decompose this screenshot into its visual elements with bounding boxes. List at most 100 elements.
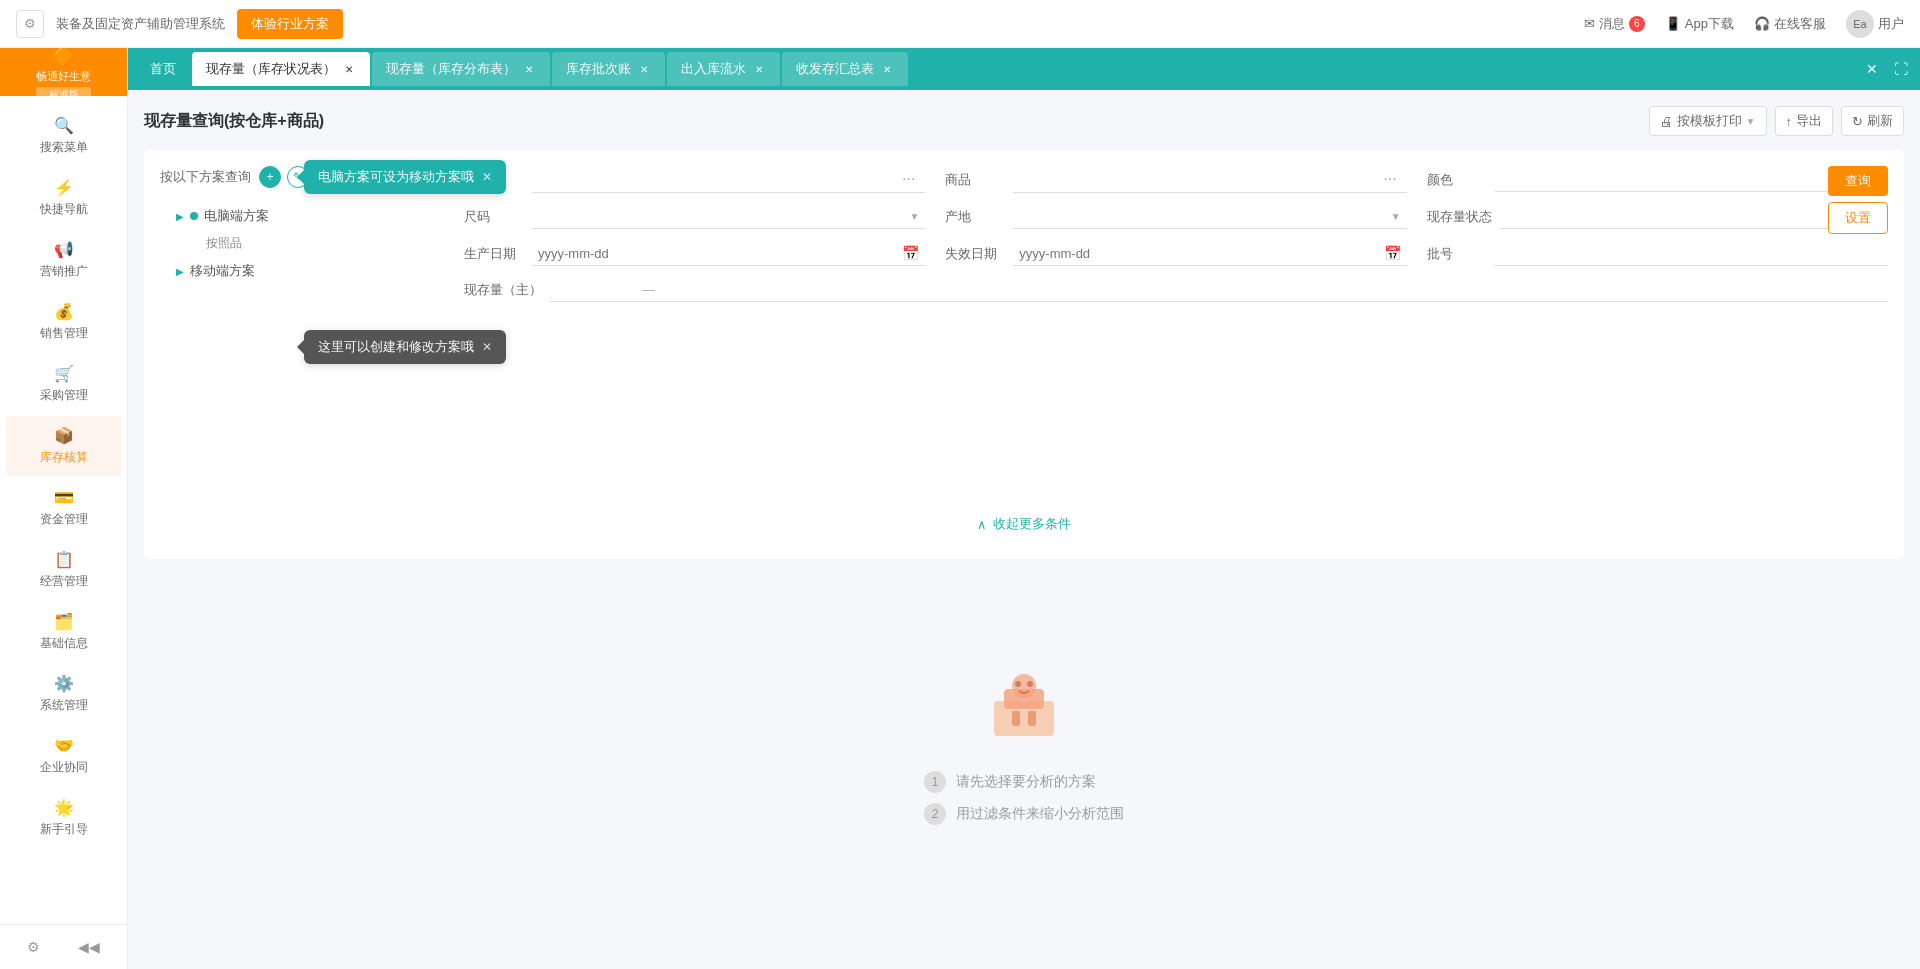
export-btn[interactable]: ↑ 导出 — [1775, 106, 1834, 136]
print-icon: 🖨 — [1660, 114, 1673, 129]
headset-icon: 🎧 — [1754, 16, 1770, 31]
add-scheme-btn[interactable]: + — [259, 166, 281, 188]
collapse-sidebar-btn[interactable]: ◀◀ — [72, 933, 106, 961]
page-title: 现存量查询(按仓库+商品) — [144, 111, 324, 132]
sidebar-item-operations-label: 经营管理 — [40, 573, 88, 590]
production-date-cal[interactable]: 📅 — [902, 245, 919, 261]
tab-inventory-status-close[interactable]: ✕ — [342, 62, 356, 76]
tab-summary-close[interactable]: ✕ — [880, 62, 894, 76]
nav-icon: ⚡ — [54, 178, 74, 197]
marketing-icon: 📢 — [54, 240, 74, 259]
step-2-num: 2 — [924, 803, 946, 825]
tab-actions: ✕ ⛶ — [1862, 57, 1912, 81]
warehouse-input-wrap[interactable]: ··· — [532, 166, 925, 193]
color-select[interactable] — [1501, 172, 1882, 187]
user-btn[interactable]: Ea 用户 — [1846, 10, 1904, 38]
sidebar-item-marketing-label: 营销推广 — [40, 263, 88, 280]
sidebar-item-sales[interactable]: 💰 销售管理 — [6, 292, 121, 352]
color-label: 颜色 — [1427, 171, 1487, 189]
expiry-date-start[interactable] — [1019, 246, 1379, 261]
print-btn[interactable]: 🖨 按模板打印 ▼ — [1649, 106, 1767, 136]
batch-input[interactable] — [1495, 242, 1888, 266]
scheme-active-dot — [190, 212, 198, 220]
tab-inventory-dist[interactable]: 现存量（库存分布表） ✕ — [372, 52, 550, 86]
sidebar-item-basic[interactable]: 🗂️ 基础信息 — [6, 602, 121, 662]
refresh-btn[interactable]: ↻ 刷新 — [1841, 106, 1904, 136]
tab-inout-flow-close[interactable]: ✕ — [752, 62, 766, 76]
expiry-date-cal[interactable]: 📅 — [1384, 245, 1401, 261]
print-chevron: ▼ — [1746, 116, 1756, 127]
logo-name: 畅通好生意 — [36, 69, 91, 84]
close-all-btn[interactable]: ✕ — [1862, 57, 1882, 81]
tab-inventory-dist-label: 现存量（库存分布表） — [386, 60, 516, 78]
refresh-icon: ↻ — [1852, 114, 1863, 129]
gear-button[interactable]: ⚙ — [16, 10, 44, 38]
settings-bottom-btn[interactable]: ⚙ — [21, 933, 46, 961]
search-button[interactable]: 查询 — [1828, 166, 1888, 196]
sidebar-item-inventory[interactable]: 📦 库存核算 — [6, 416, 121, 476]
filter-row-4: 现存量（主） — — [464, 278, 1888, 302]
maximize-btn[interactable]: ⛶ — [1890, 57, 1912, 81]
search-menu-icon: 🔍 — [54, 116, 74, 135]
tab-inout-flow[interactable]: 出入库流水 ✕ — [667, 52, 780, 86]
tab-home[interactable]: 首页 — [136, 54, 190, 84]
size-select-wrap[interactable]: ▼ — [532, 205, 925, 229]
sidebar-item-nav[interactable]: ⚡ 快捷导航 — [6, 168, 121, 228]
sidebar-item-system[interactable]: ⚙️ 系统管理 — [6, 664, 121, 724]
filter-stock-status: 现存量状态 ▼ — [1427, 205, 1888, 229]
sidebar-item-operations[interactable]: 📋 经营管理 — [6, 540, 121, 600]
svg-point-6 — [1027, 681, 1033, 687]
filter-row-1: 仓库 ··· 商品 ··· — [464, 166, 1888, 193]
stock-qty-max[interactable] — [661, 282, 741, 297]
sidebar-item-search[interactable]: 🔍 搜索菜单 — [6, 106, 121, 166]
basic-icon: 🗂️ — [54, 612, 74, 631]
size-select[interactable] — [538, 209, 919, 224]
step-2-text: 用过滤条件来缩小分析范围 — [956, 805, 1124, 823]
industry-btn[interactable]: 体验行业方案 — [237, 9, 343, 39]
scheme-tooltip: 电脑方案可设为移动方案哦 ✕ — [304, 160, 506, 194]
sidebar-item-search-label: 搜索菜单 — [40, 139, 88, 156]
sidebar-menu: 🔍 搜索菜单 ⚡ 快捷导航 📢 营销推广 💰 销售管理 🛒 采购管理 — [0, 96, 127, 924]
collapse-btn[interactable]: ∧ 收起更多条件 — [160, 505, 1888, 543]
sidebar-item-cooperation-label: 企业协同 — [40, 759, 88, 776]
origin-select[interactable] — [1019, 209, 1400, 224]
top-bar-left: ⚙ 装备及固定资产辅助管理系统 体验行业方案 — [16, 9, 343, 39]
origin-select-wrap[interactable]: ▼ — [1013, 205, 1406, 229]
tab-summary[interactable]: 收发存汇总表 ✕ — [782, 52, 908, 86]
tab-inventory-status-label: 现存量（库存状况表） — [206, 60, 336, 78]
production-date-label: 生产日期 — [464, 245, 524, 263]
edit-tooltip-close[interactable]: ✕ — [482, 340, 492, 354]
main-content: 现存量查询(按仓库+商品) 🖨 按模板打印 ▼ ↑ 导出 ↻ — [128, 90, 1920, 969]
search-bar-label: 按以下方案查询 — [160, 168, 251, 186]
goods-dots[interactable]: ··· — [1379, 170, 1400, 188]
messages-btn[interactable]: ✉ 消息 6 — [1584, 15, 1645, 33]
sidebar-item-cooperation[interactable]: 🤝 企业协同 — [6, 726, 121, 786]
filter-goods: 商品 ··· — [945, 166, 1406, 193]
sidebar-item-purchase[interactable]: 🛒 采购管理 — [6, 354, 121, 414]
online-service-btn[interactable]: 🎧 在线客服 — [1754, 15, 1826, 33]
sidebar-item-system-label: 系统管理 — [40, 697, 88, 714]
app-download-btn[interactable]: 📱 App下载 — [1665, 15, 1734, 33]
production-date-start[interactable] — [538, 246, 898, 261]
sidebar-item-guide[interactable]: 🌟 新手引导 — [6, 788, 121, 848]
stock-status-select[interactable] — [1506, 209, 1882, 224]
tab-inventory-status[interactable]: 现存量（库存状况表） ✕ — [192, 52, 370, 86]
stock-qty-range: — — [550, 278, 1888, 302]
sidebar-item-marketing[interactable]: 📢 营销推广 — [6, 230, 121, 290]
messages-badge: 6 — [1629, 16, 1645, 32]
phone-icon: 📱 — [1665, 16, 1681, 31]
warehouse-dots[interactable]: ··· — [898, 170, 919, 188]
tab-batch-account[interactable]: 库存批次账 ✕ — [552, 52, 665, 86]
svg-rect-4 — [1028, 711, 1036, 726]
scheme-tooltip-close[interactable]: ✕ — [482, 170, 492, 184]
reset-button[interactable]: 设置 — [1828, 202, 1888, 234]
export-icon: ↑ — [1786, 114, 1793, 129]
tab-batch-account-close[interactable]: ✕ — [637, 62, 651, 76]
sidebar-item-finance[interactable]: 💳 资金管理 — [6, 478, 121, 538]
goods-input-wrap[interactable]: ··· — [1013, 166, 1406, 193]
sub-scheme-label: 按照品 — [206, 235, 242, 252]
empty-step-2: 2 用过滤条件来缩小分析范围 — [924, 803, 1124, 825]
scheme-expand-icon: ▶ — [176, 211, 184, 222]
tab-inventory-dist-close[interactable]: ✕ — [522, 62, 536, 76]
stock-qty-min[interactable] — [556, 282, 636, 297]
